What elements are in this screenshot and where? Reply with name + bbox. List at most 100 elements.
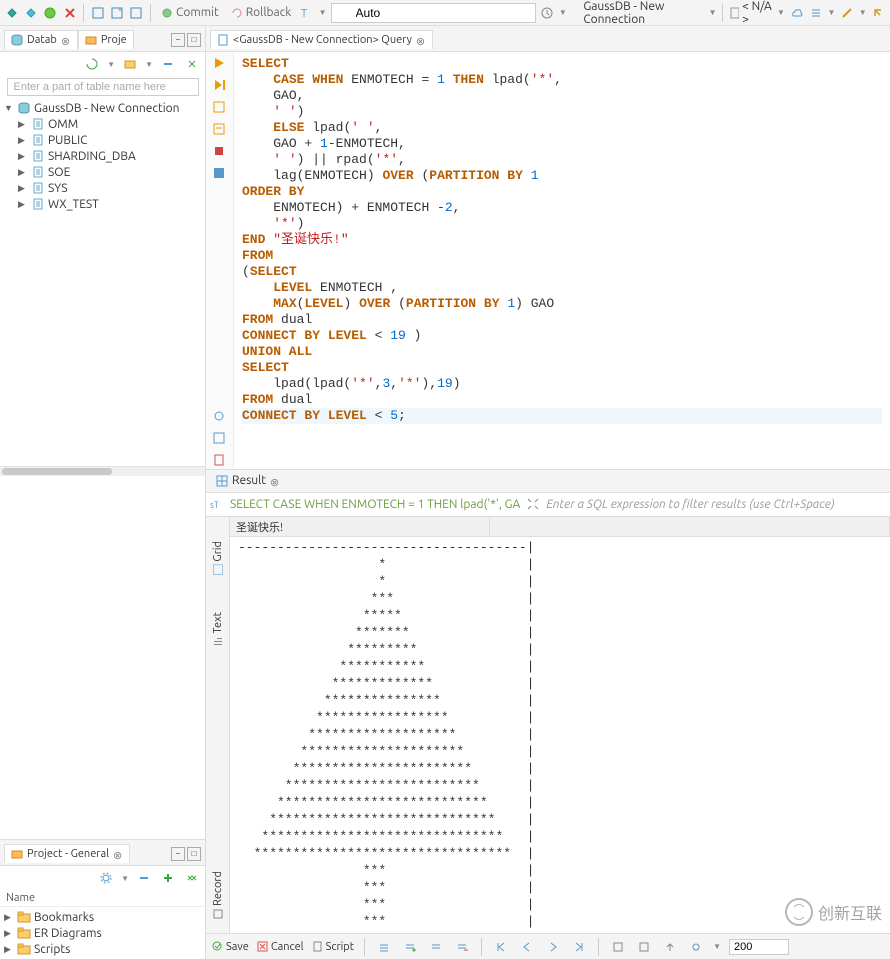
add-row-icon[interactable] <box>401 938 419 956</box>
cancel-button[interactable]: Cancel <box>257 941 304 953</box>
database-tab[interactable]: Datab⊗ <box>4 30 78 49</box>
panel-toggle-icon[interactable] <box>609 938 627 956</box>
edit-icon[interactable] <box>375 938 393 956</box>
schema-icon <box>31 133 45 147</box>
result-data: -------------------------------------| *… <box>230 537 890 932</box>
folder-icon <box>11 848 23 860</box>
script-button[interactable]: Script <box>312 941 354 953</box>
text-side-tab[interactable]: Text <box>210 608 226 651</box>
stop-icon[interactable] <box>212 144 228 160</box>
close-icon[interactable]: ⊗ <box>270 476 280 486</box>
close-icon[interactable]: ⊗ <box>416 35 426 45</box>
record-side-tab[interactable]: Record <box>210 867 226 923</box>
dup-row-icon[interactable] <box>427 938 445 956</box>
projects-tab[interactable]: Proje <box>78 30 134 49</box>
plug-icon[interactable] <box>4 4 19 22</box>
tree-filter-input[interactable] <box>7 78 199 96</box>
gear-icon[interactable] <box>687 938 705 956</box>
collapse-icon[interactable] <box>159 55 177 73</box>
collapse-icon[interactable] <box>135 869 153 887</box>
link-icon[interactable] <box>183 869 201 887</box>
cloud-icon[interactable] <box>789 4 804 22</box>
tree-schema[interactable]: ▶PUBLIC <box>4 132 201 148</box>
database-icon <box>11 34 23 46</box>
plan-icon[interactable] <box>212 122 228 138</box>
minimize-icon[interactable]: – <box>171 33 185 47</box>
tree-schema[interactable]: ▶SHARDING_DBA <box>4 148 201 164</box>
list-icon[interactable] <box>808 4 823 22</box>
plug-disc-icon[interactable] <box>62 4 77 22</box>
tree-root[interactable]: ▼GaussDB - New Connection <box>4 100 201 116</box>
horizontal-scrollbar[interactable] <box>0 466 205 476</box>
del-row-icon[interactable] <box>453 938 471 956</box>
save-button[interactable]: Save <box>212 941 249 953</box>
tree-schema[interactable]: ▶WX_TEST <box>4 196 201 212</box>
row-count-input[interactable] <box>729 939 789 955</box>
tree-schema[interactable]: ▶OMM <box>4 116 201 132</box>
close-icon[interactable]: ⊗ <box>61 35 71 45</box>
minimize-icon[interactable]: – <box>171 847 185 861</box>
panel-icon[interactable] <box>212 431 228 447</box>
save-icon[interactable] <box>212 166 228 182</box>
project-item[interactable]: ▶Scripts <box>4 941 201 957</box>
sql-open-icon[interactable] <box>129 4 144 22</box>
grid-icon <box>216 475 228 487</box>
sql-new-icon[interactable]: + <box>109 4 124 22</box>
first-icon[interactable] <box>492 938 510 956</box>
doc-icon[interactable] <box>212 453 228 469</box>
rollback-button[interactable]: Rollback <box>227 6 296 19</box>
next-icon[interactable] <box>544 938 562 956</box>
result-tab[interactable]: Result⊗ <box>210 472 286 489</box>
tree-schema[interactable]: ▶SYS <box>4 180 201 196</box>
add-icon[interactable] <box>159 869 177 887</box>
sql-editor[interactable]: SELECT CASE WHEN ENMOTECH = 1 THEN lpad(… <box>234 52 890 469</box>
maximize-icon[interactable]: □ <box>187 33 201 47</box>
tree-schema[interactable]: ▶SOE <box>4 164 201 180</box>
commit-mode-select[interactable] <box>331 3 536 23</box>
plug-add-icon[interactable] <box>23 4 38 22</box>
grid-side-tab[interactable]: Grid <box>210 537 226 579</box>
tx-icon[interactable]: T <box>299 4 314 22</box>
wand-icon[interactable] <box>839 4 854 22</box>
right-panel: <GaussDB - New Connection> Query⊗ SELECT… <box>206 26 890 959</box>
folder-icon[interactable] <box>121 55 139 73</box>
last-icon[interactable] <box>570 938 588 956</box>
gear-icon[interactable] <box>97 869 115 887</box>
result-bottom-bar: Save Cancel Script ▼ <box>206 933 890 959</box>
column-header[interactable]: 圣诞快乐! <box>230 517 490 536</box>
close-icon[interactable]: ⊗ <box>113 849 123 859</box>
project-tab[interactable]: Project - General⊗ <box>4 844 130 863</box>
sql-icon: sT <box>210 497 224 511</box>
editor-tab[interactable]: <GaussDB - New Connection> Query⊗ <box>210 30 433 49</box>
export-icon[interactable] <box>635 938 653 956</box>
undo-arrow-icon[interactable] <box>871 4 886 22</box>
column-header-empty[interactable] <box>490 517 890 536</box>
sql-icon[interactable] <box>90 4 105 22</box>
run-icon[interactable] <box>212 56 228 72</box>
plug-bug-icon[interactable] <box>43 4 58 22</box>
result-filter-input[interactable]: Enter a SQL expression to filter results… <box>546 498 886 511</box>
refresh-icon[interactable] <box>83 55 101 73</box>
name-header: Name <box>0 890 205 907</box>
database-tree: ▼GaussDB - New Connection ▶OMM▶PUBLIC▶SH… <box>0 98 205 466</box>
prev-icon[interactable] <box>518 938 536 956</box>
run-step-icon[interactable] <box>212 78 228 94</box>
settings-icon[interactable] <box>212 409 228 425</box>
schema-icon <box>31 165 45 179</box>
explain-icon[interactable] <box>212 100 228 116</box>
link-icon[interactable] <box>183 55 201 73</box>
left-panel: Datab⊗ Proje –□ ▼ ▼ ▼GaussDB - New Conne… <box>0 26 206 959</box>
result-query-text: SELECT CASE WHEN ENMOTECH = 1 THEN lpad(… <box>230 498 520 511</box>
result-grid[interactable]: 圣诞快乐! ----------------------------------… <box>230 517 890 934</box>
project-item[interactable]: ▶ER Diagrams <box>4 925 201 941</box>
folder-icon <box>17 926 31 940</box>
connection-dropdown[interactable]: GaussDB - New Connection▼ <box>583 0 716 26</box>
expand-icon[interactable] <box>526 497 540 511</box>
upload-icon[interactable] <box>661 938 679 956</box>
maximize-icon[interactable]: □ <box>187 847 201 861</box>
na-dropdown[interactable]: < N/A >▼ <box>729 0 785 26</box>
history-icon[interactable] <box>540 4 555 22</box>
commit-button[interactable]: Commit <box>157 6 223 19</box>
project-item[interactable]: ▶Bookmarks <box>4 909 201 925</box>
sql-file-icon <box>217 34 229 46</box>
